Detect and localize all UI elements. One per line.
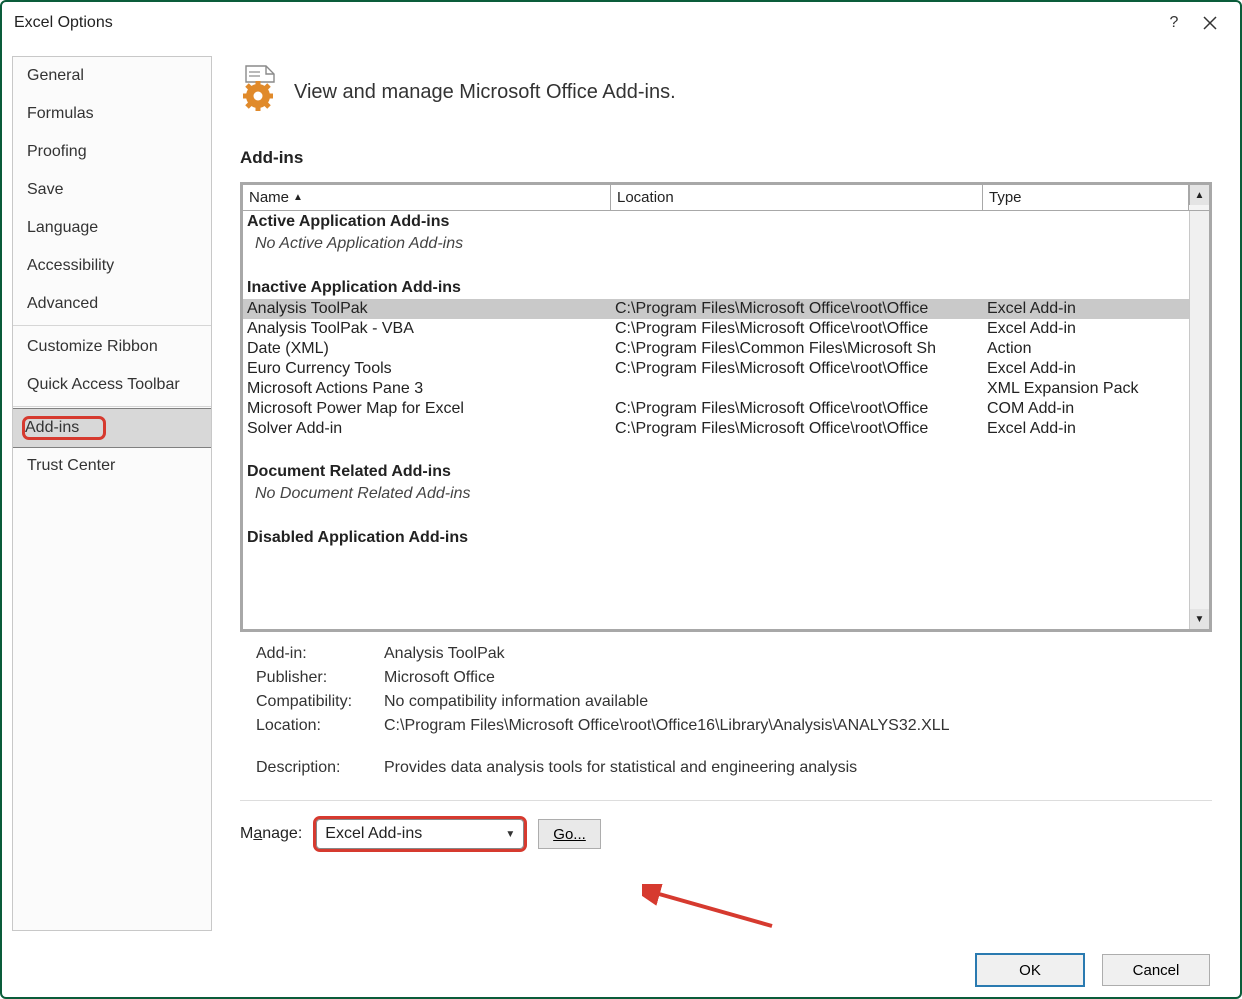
sidebar-item-quick-access[interactable]: Quick Access Toolbar: [13, 366, 211, 404]
table-row[interactable]: Date (XML) C:\Program Files\Common Files…: [243, 339, 1189, 359]
table-row[interactable]: Solver Add-in C:\Program Files\Microsoft…: [243, 419, 1189, 439]
sidebar-item-addins[interactable]: Add-ins: [12, 408, 212, 448]
window-title: Excel Options: [14, 14, 113, 32]
cancel-button[interactable]: Cancel: [1102, 954, 1210, 986]
table-body: Active Application Add-ins No Active App…: [243, 211, 1189, 629]
detail-label-compat: Compatibility:: [256, 693, 384, 711]
addins-icon: [240, 64, 278, 120]
divider: [240, 800, 1212, 801]
table-row[interactable]: Euro Currency Tools C:\Program Files\Mic…: [243, 359, 1189, 379]
footer: OK Cancel: [2, 943, 1240, 997]
sidebar-item-proofing[interactable]: Proofing: [13, 133, 211, 171]
sidebar-item-customize-ribbon[interactable]: Customize Ribbon: [13, 328, 211, 366]
detail-label-location: Location:: [256, 717, 384, 735]
close-button[interactable]: [1192, 5, 1228, 41]
sidebar-item-language[interactable]: Language: [13, 209, 211, 247]
manage-select[interactable]: Excel Add-ins ▼: [316, 819, 524, 849]
sidebar-item-save[interactable]: Save: [13, 171, 211, 209]
group-document: Document Related Add-ins: [243, 461, 1189, 483]
sidebar-item-accessibility[interactable]: Accessibility: [13, 247, 211, 285]
sidebar-divider: [13, 325, 211, 326]
sidebar-item-formulas[interactable]: Formulas: [13, 95, 211, 133]
table-header: Name▲ Location Type ▲: [243, 185, 1209, 211]
detail-location: C:\Program Files\Microsoft Office\root\O…: [384, 717, 1212, 735]
sidebar-divider: [13, 406, 211, 407]
sidebar: General Formulas Proofing Save Language …: [12, 56, 212, 931]
col-location[interactable]: Location: [611, 185, 983, 210]
addins-table: Name▲ Location Type ▲ Active Application…: [240, 182, 1212, 632]
detail-desc: Provides data analysis tools for statist…: [384, 759, 1212, 777]
group-inactive: Inactive Application Add-ins: [243, 277, 1189, 299]
close-icon: [1203, 16, 1217, 30]
details-panel: Add-in:Analysis ToolPak Publisher:Micros…: [240, 642, 1212, 780]
manage-label: Manage:: [240, 825, 302, 843]
detail-compat: No compatibility information available: [384, 693, 1212, 711]
sidebar-item-advanced[interactable]: Advanced: [13, 285, 211, 323]
detail-label-addin: Add-in:: [256, 645, 384, 663]
sidebar-item-general[interactable]: General: [13, 57, 211, 95]
detail-publisher: Microsoft Office: [384, 669, 1212, 687]
scrollbar[interactable]: ▼: [1189, 211, 1209, 629]
col-name[interactable]: Name▲: [243, 185, 611, 210]
detail-addin: Analysis ToolPak: [384, 645, 1212, 663]
manage-select-value: Excel Add-ins: [325, 825, 422, 843]
go-button[interactable]: Go...: [538, 819, 601, 849]
manage-row: Manage: Excel Add-ins ▼ Go...: [240, 819, 1212, 849]
ok-button[interactable]: OK: [976, 954, 1084, 986]
table-row[interactable]: Microsoft Actions Pane 3 XML Expansion P…: [243, 379, 1189, 399]
help-button[interactable]: ?: [1156, 5, 1192, 41]
scroll-up-button[interactable]: ▲: [1189, 185, 1209, 205]
group-active-empty: No Active Application Add-ins: [243, 233, 1189, 255]
sidebar-item-trust-center[interactable]: Trust Center: [13, 447, 211, 485]
detail-label-desc: Description:: [256, 759, 384, 777]
col-type[interactable]: Type: [983, 185, 1189, 210]
group-disabled: Disabled Application Add-ins: [243, 527, 1189, 549]
scroll-down-button[interactable]: ▼: [1190, 609, 1210, 629]
sort-asc-icon: ▲: [293, 192, 303, 203]
table-row[interactable]: Analysis ToolPak - VBA C:\Program Files\…: [243, 319, 1189, 339]
content-panel: View and manage Microsoft Office Add-ins…: [212, 44, 1240, 943]
group-active: Active Application Add-ins: [243, 211, 1189, 233]
table-row[interactable]: Analysis ToolPak C:\Program Files\Micros…: [243, 299, 1189, 319]
section-title: Add-ins: [240, 148, 1212, 168]
chevron-down-icon: ▼: [505, 829, 515, 840]
detail-label-publisher: Publisher:: [256, 669, 384, 687]
titlebar: Excel Options ?: [2, 2, 1240, 44]
table-row[interactable]: Microsoft Power Map for Excel C:\Program…: [243, 399, 1189, 419]
group-document-empty: No Document Related Add-ins: [243, 483, 1189, 505]
page-header: View and manage Microsoft Office Add-ins…: [294, 81, 676, 104]
